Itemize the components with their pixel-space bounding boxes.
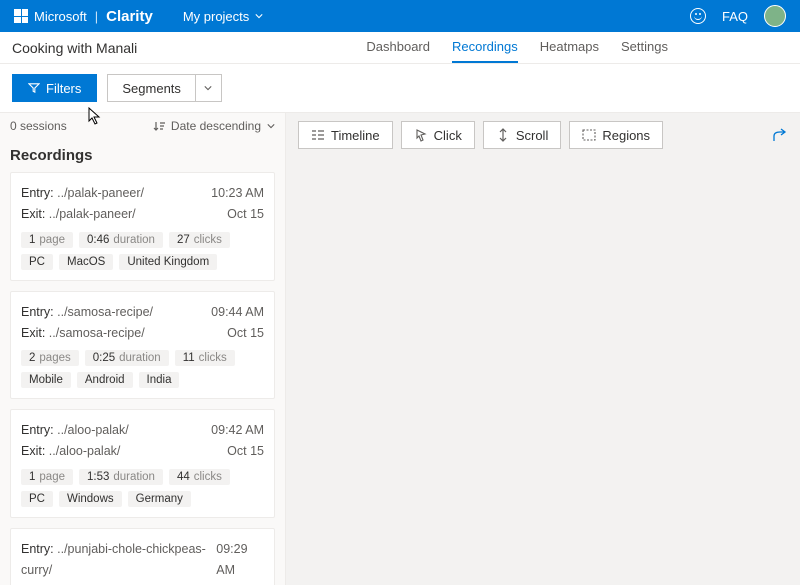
clarity-brand[interactable]: Clarity — [106, 8, 153, 25]
entry-label: Entry: — [21, 186, 54, 200]
brand-sep: | — [95, 9, 98, 24]
click-button[interactable]: Click — [401, 121, 475, 149]
entry-label: Entry: — [21, 542, 54, 556]
stat-chip: 1:53duration — [79, 469, 163, 485]
entry-date: Oct 15 — [227, 204, 264, 225]
sessions-count: 0 sessions — [10, 119, 67, 133]
topbar: Microsoft | Clarity My projects FAQ — [0, 0, 800, 32]
tab-dashboard[interactable]: Dashboard — [366, 32, 430, 63]
avatar[interactable] — [764, 5, 786, 27]
my-projects-label: My projects — [183, 9, 249, 24]
ms-logo[interactable]: Microsoft — [14, 9, 87, 24]
exit-path: ../aloo-palak/ — [49, 444, 121, 458]
subheader: Cooking with Manali Dashboard Recordings… — [0, 32, 800, 64]
timeline-label: Timeline — [331, 128, 380, 143]
exit-path: ../samosa-recipe/ — [49, 326, 145, 340]
filters-label: Filters — [46, 81, 81, 96]
tag-chip: Windows — [59, 491, 122, 507]
project-name: Cooking with Manali — [12, 40, 137, 56]
tag-chip: Mobile — [21, 372, 71, 388]
regions-icon — [582, 128, 596, 142]
stat-chip: 1page — [21, 469, 73, 485]
sort-icon — [153, 121, 165, 131]
click-icon — [414, 128, 428, 142]
timeline-icon — [311, 128, 325, 142]
filter-row: Filters Segments — [0, 64, 800, 113]
chevron-down-icon — [204, 84, 212, 92]
tag-chip: PC — [21, 491, 53, 507]
recording-card[interactable]: Entry: ../punjabi-chole-chickpeas-curry/… — [10, 528, 275, 585]
entry-time: 09:42 AM — [211, 420, 264, 441]
recording-card[interactable]: Entry: ../aloo-palak/09:42 AM Exit: ../al… — [10, 409, 275, 518]
entry-label: Entry: — [21, 423, 54, 437]
share-button[interactable] — [772, 128, 788, 142]
playback-toolbar: Timeline Click Scroll Regions — [286, 113, 800, 157]
chevron-down-icon — [255, 12, 263, 20]
tag-chip: India — [139, 372, 180, 388]
timeline-button[interactable]: Timeline — [298, 121, 393, 149]
tab-heatmaps[interactable]: Heatmaps — [540, 32, 599, 63]
sort-control[interactable]: Date descending — [153, 119, 275, 133]
tag-chip: Android — [77, 372, 133, 388]
faq-link[interactable]: FAQ — [722, 9, 748, 24]
regions-button[interactable]: Regions — [569, 121, 663, 149]
recording-card[interactable]: Entry: ../palak-paneer/10:23 AM Exit: ../… — [10, 172, 275, 281]
entry-path: ../palak-paneer/ — [57, 186, 144, 200]
entry-date: Oct 15 — [227, 581, 264, 585]
stat-chip: 1page — [21, 232, 73, 248]
scroll-button[interactable]: Scroll — [483, 121, 562, 149]
my-projects-dropdown[interactable]: My projects — [183, 9, 263, 24]
entry-time: 09:29 AM — [216, 539, 264, 582]
tag-chip: United Kingdom — [119, 254, 217, 270]
stat-chip: 11clicks — [175, 350, 235, 366]
stat-chip: 0:46duration — [79, 232, 163, 248]
entry-label: Entry: — [21, 305, 54, 319]
stat-chip: 44clicks — [169, 469, 230, 485]
scroll-icon — [496, 128, 510, 142]
entry-path: ../samosa-recipe/ — [57, 305, 153, 319]
scroll-label: Scroll — [516, 128, 549, 143]
entry-time: 09:44 AM — [211, 302, 264, 323]
tab-recordings[interactable]: Recordings — [452, 32, 518, 63]
tab-settings[interactable]: Settings — [621, 32, 668, 63]
stat-chip: 0:25duration — [85, 350, 169, 366]
tag-chip: MacOS — [59, 254, 113, 270]
playback-area: Timeline Click Scroll Regions — [286, 113, 800, 585]
entry-path: ../aloo-palak/ — [57, 423, 129, 437]
funnel-icon — [28, 83, 40, 93]
recordings-panel: 0 sessions Date descending Recordings En… — [0, 113, 286, 585]
regions-label: Regions — [602, 128, 650, 143]
exit-label: Exit: — [21, 326, 45, 340]
ms-brand-text: Microsoft — [34, 9, 87, 24]
stat-chip: 2pages — [21, 350, 79, 366]
tag-chip: Germany — [128, 491, 191, 507]
chevron-down-icon — [267, 122, 275, 130]
entry-time: 10:23 AM — [211, 183, 264, 204]
click-label: Click — [434, 128, 462, 143]
stat-chip: 27clicks — [169, 232, 230, 248]
filters-button[interactable]: Filters — [12, 74, 97, 102]
entry-date: Oct 15 — [227, 323, 264, 344]
main-tabs: Dashboard Recordings Heatmaps Settings — [366, 32, 668, 63]
recording-card[interactable]: Entry: ../samosa-recipe/09:44 AM Exit: ..… — [10, 291, 275, 400]
recordings-heading: Recordings — [0, 139, 285, 172]
exit-label: Exit: — [21, 444, 45, 458]
segments-dropdown[interactable]: Segments — [107, 74, 222, 102]
tag-chip: PC — [21, 254, 53, 270]
sort-label: Date descending — [171, 119, 261, 133]
feedback-icon[interactable] — [690, 8, 706, 24]
exit-path: ../palak-paneer/ — [49, 207, 136, 221]
exit-label: Exit: — [21, 207, 45, 221]
entry-date: Oct 15 — [227, 441, 264, 462]
segments-label: Segments — [108, 81, 195, 96]
ms-logo-icon — [14, 9, 28, 23]
share-icon — [772, 128, 788, 142]
